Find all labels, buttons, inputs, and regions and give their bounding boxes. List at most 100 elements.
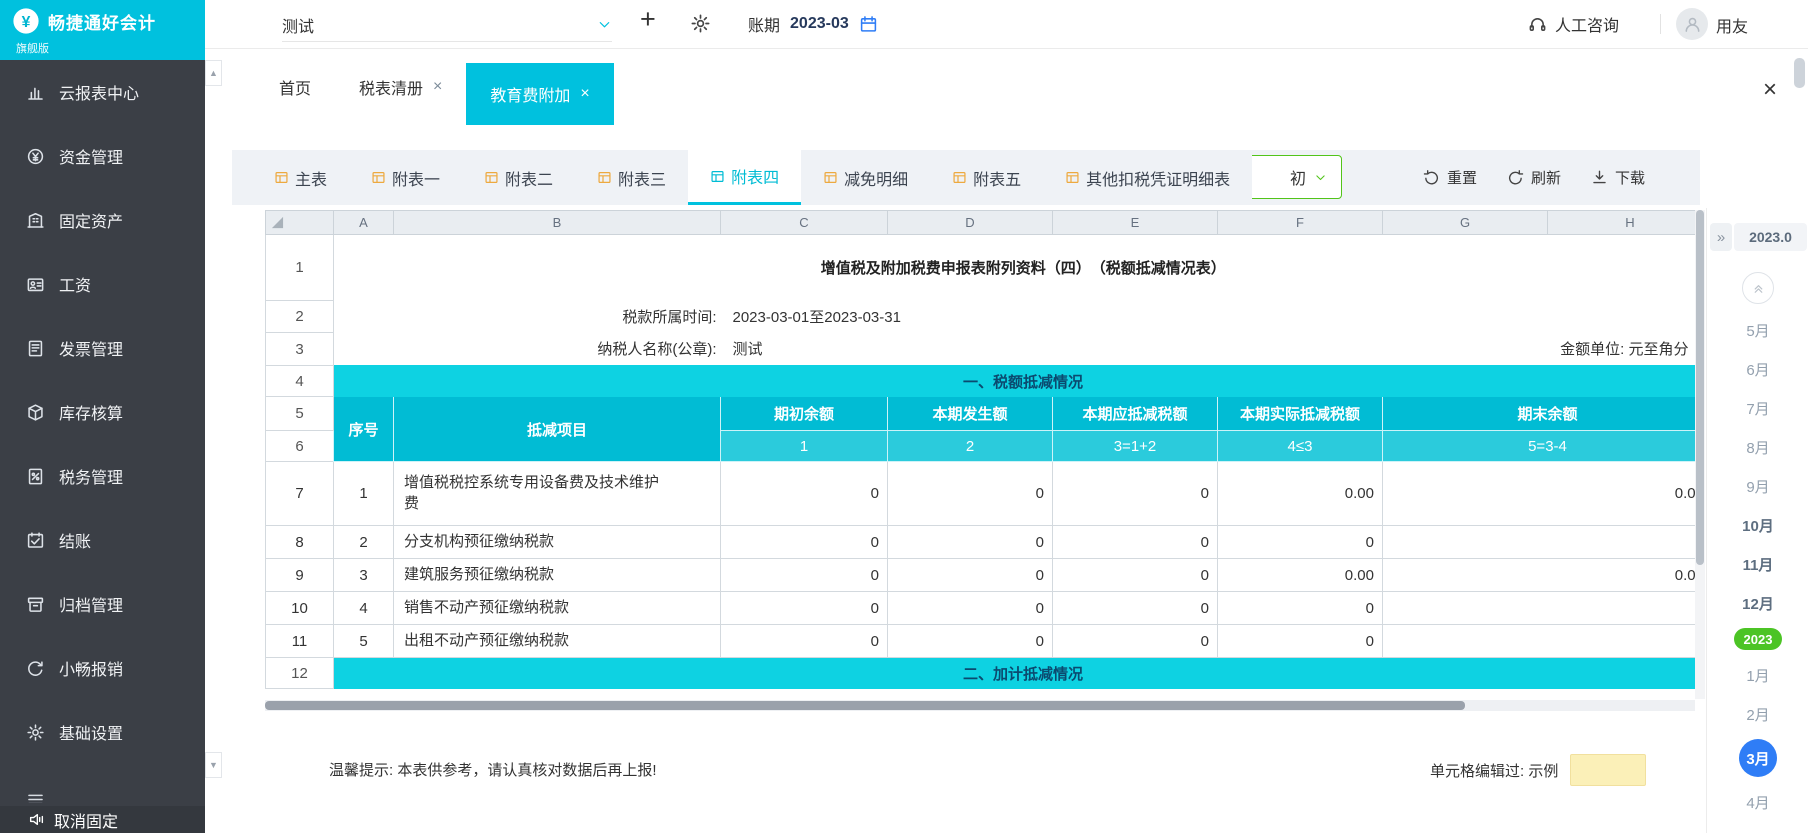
cell-actual[interactable]: 0 — [1217, 624, 1383, 658]
taxpayer-label[interactable]: 纳税人名称(公章): — [394, 333, 721, 366]
cell-deductible[interactable]: 0 — [1052, 525, 1218, 559]
vertical-scrollbar-thumb[interactable] — [1696, 210, 1704, 565]
sidebar-scroll-up[interactable]: ▲ — [205, 60, 222, 86]
row-number[interactable]: 12 — [265, 657, 334, 689]
row-number[interactable]: 7 — [265, 461, 334, 526]
close-icon[interactable]: × — [433, 78, 442, 96]
cell-seq[interactable]: 4 — [333, 591, 394, 625]
sidebar-item[interactable]: 资金管理 — [0, 124, 205, 188]
year-badge[interactable]: 2023 — [1733, 628, 1783, 650]
taxpayer-value[interactable]: 测试 — [721, 333, 1218, 366]
month-item[interactable]: 12月 — [1742, 589, 1774, 617]
column-header[interactable]: A — [333, 210, 394, 235]
tab-item[interactable]: 税表清册 × — [335, 48, 466, 125]
accounting-period[interactable]: 账期 2023-03 — [748, 12, 878, 36]
unit-note[interactable]: 金额单位: 元至角分 — [1218, 333, 1696, 366]
cell-deductible[interactable]: 0 — [1052, 558, 1218, 592]
cell-item[interactable]: 出租不动产预征缴纳税款 — [393, 624, 721, 658]
row-number[interactable]: 8 — [265, 525, 334, 559]
column-header[interactable]: H — [1547, 210, 1695, 235]
column-header[interactable]: C — [720, 210, 888, 235]
cell-item[interactable]: 销售不动产预征缴纳税款 — [393, 591, 721, 625]
cell-ending[interactable] — [1382, 591, 1695, 625]
tab-item[interactable]: 首页 — [255, 48, 335, 125]
cell-seq[interactable]: 2 — [333, 525, 394, 559]
sidebar-item[interactable]: 税务管理 — [0, 444, 205, 508]
period-range-label[interactable]: 税款所属时间: — [394, 301, 721, 333]
row-number[interactable]: 6 — [265, 430, 334, 462]
month-item[interactable]: 2月 — [1746, 700, 1769, 728]
header-code[interactable]: 4≤3 — [1217, 430, 1383, 462]
cell-seq[interactable]: 5 — [333, 624, 394, 658]
row-number[interactable]: 3 — [265, 332, 334, 366]
header-code[interactable]: 5=3-4 — [1382, 430, 1695, 462]
cell-opening[interactable]: 0 — [720, 461, 888, 526]
sidebar-item[interactable]: 基础设置 — [0, 700, 205, 764]
cell-actual[interactable]: 0 — [1217, 525, 1383, 559]
month-item[interactable]: 4月 — [1746, 788, 1769, 816]
header-code[interactable]: 1 — [720, 430, 888, 462]
close-icon[interactable]: × — [580, 85, 589, 103]
sidebar-item[interactable]: 云报表中心 — [0, 60, 205, 124]
header-actual[interactable]: 本期实际抵减税额 — [1217, 396, 1383, 431]
column-header[interactable]: D — [887, 210, 1053, 235]
header-seq[interactable]: 序号 — [333, 396, 394, 462]
cell[interactable] — [334, 333, 394, 366]
cell-opening[interactable]: 0 — [720, 558, 888, 592]
subtab-sheet[interactable]: 其他扣税凭证明细表 — [1043, 150, 1253, 205]
calendar-icon[interactable] — [859, 15, 878, 34]
row-number[interactable]: 2 — [265, 300, 334, 333]
section-banner[interactable]: 一、税额抵减情况 — [333, 365, 1695, 397]
user-menu[interactable]: 用友 — [1716, 13, 1748, 37]
month-item[interactable]: 6月 — [1746, 355, 1769, 383]
header-ending[interactable]: 期末余额 — [1382, 396, 1695, 431]
cell[interactable] — [334, 301, 394, 333]
sidebar-item[interactable]: 固定资产 — [0, 188, 205, 252]
select-all-corner[interactable] — [265, 210, 334, 235]
header-item[interactable]: 抵减项目 — [393, 396, 721, 462]
row-number[interactable]: 4 — [265, 365, 334, 397]
period-range-value[interactable]: 2023-03-01至2023-03-31 — [721, 301, 1696, 333]
cell-seq[interactable]: 3 — [333, 558, 394, 592]
subtab-sheet[interactable]: 附表四 — [688, 150, 802, 205]
cell-ending[interactable]: 0.00 — [1382, 461, 1695, 526]
subtab-sheet[interactable]: 附表五 — [930, 150, 1044, 205]
gear-icon[interactable] — [690, 13, 711, 34]
spreadsheet[interactable]: ABCDEFGH 1 增值税及附加税费申报表附列资料（四） （税额抵减情况表） … — [265, 210, 1695, 698]
unpin-sidebar-button[interactable]: 取消固定 — [0, 806, 205, 833]
download-button[interactable]: 下载 — [1591, 167, 1645, 188]
cell-actual[interactable]: 0 — [1217, 591, 1383, 625]
column-header[interactable]: G — [1382, 210, 1548, 235]
cell-current[interactable]: 0 — [887, 558, 1053, 592]
cell-current[interactable]: 0 — [887, 461, 1053, 526]
header-code[interactable]: 2 — [887, 430, 1053, 462]
period-value[interactable]: 2023-03 — [790, 15, 849, 33]
cell-actual[interactable]: 0.00 — [1217, 558, 1383, 592]
row-number[interactable]: 11 — [265, 624, 334, 658]
panel-year-header[interactable]: 2023.0 — [1734, 223, 1807, 251]
sheet-title[interactable]: 增值税及附加税费申报表附列资料（四） （税额抵减情况表） — [334, 235, 1696, 301]
cell-item[interactable]: 增值税税控系统专用设备费及技术维护费 — [393, 461, 721, 526]
row-number[interactable]: 1 — [265, 234, 334, 301]
month-item[interactable]: 9月 — [1746, 472, 1769, 500]
cell-opening[interactable]: 0 — [720, 525, 888, 559]
header-deductible[interactable]: 本期应抵减税额 — [1052, 396, 1218, 431]
month-item[interactable]: 1月 — [1746, 661, 1769, 689]
column-header[interactable]: E — [1052, 210, 1218, 235]
cell-current[interactable]: 0 — [887, 591, 1053, 625]
header-opening[interactable]: 期初余额 — [720, 396, 888, 431]
month-item[interactable]: 8月 — [1746, 433, 1769, 461]
header-code[interactable]: 3=1+2 — [1052, 430, 1218, 462]
sidebar-item[interactable]: 结账 — [0, 508, 205, 572]
horizontal-scrollbar[interactable] — [265, 700, 1695, 711]
cell-deductible[interactable]: 0 — [1052, 591, 1218, 625]
company-selector[interactable]: 测试 — [282, 8, 612, 42]
page-scrollbar[interactable] — [1794, 58, 1805, 88]
add-button[interactable]: + — [640, 4, 656, 35]
subtab-sheet[interactable]: 主表 — [252, 150, 350, 205]
cell-ending[interactable]: 0.00 — [1382, 558, 1695, 592]
avatar[interactable] — [1676, 8, 1708, 40]
sidebar-item[interactable]: 归档管理 — [0, 572, 205, 636]
tab-active[interactable]: 教育费附加 × — [466, 63, 614, 125]
subtab-sheet[interactable]: 附表三 — [575, 150, 689, 205]
